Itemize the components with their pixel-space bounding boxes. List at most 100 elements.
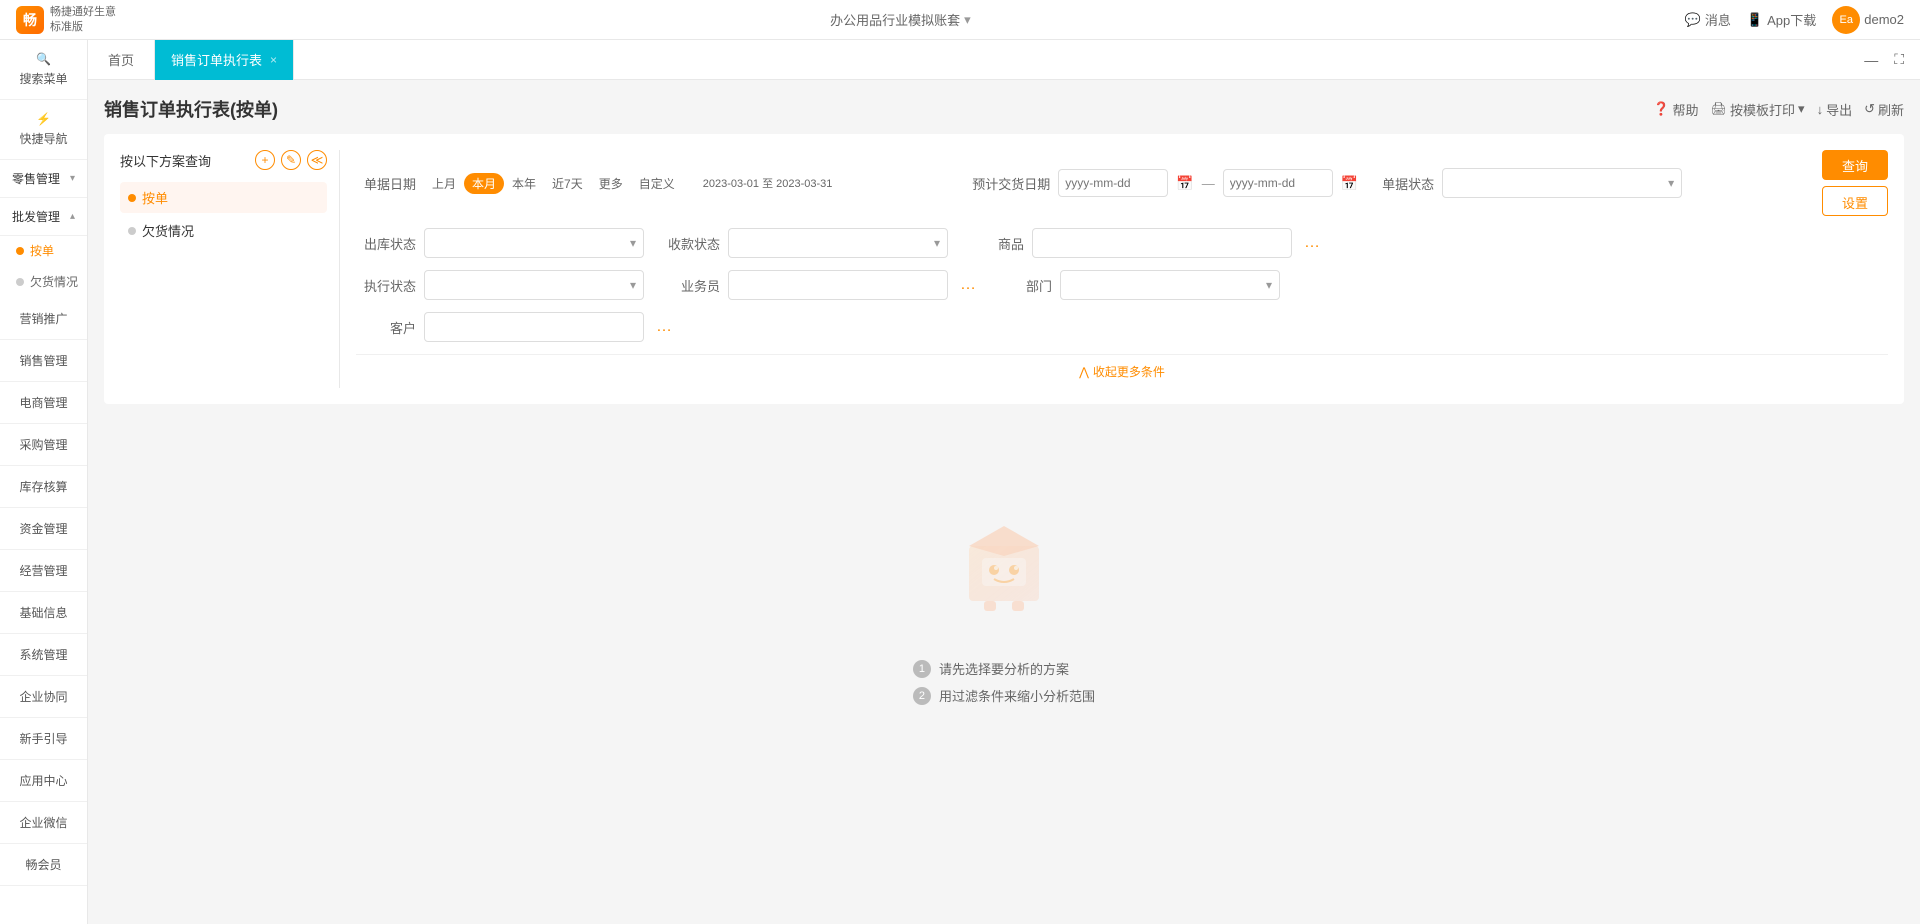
date-tab-本年[interactable]: 本年 (504, 173, 544, 194)
field-collect-status: 收款状态 (660, 228, 948, 258)
search-icon: 🔍 (36, 52, 51, 66)
field-out-status: 出库状态 (356, 228, 644, 258)
suite-name: 办公用品行业模拟账套 (830, 10, 960, 29)
sidebar-item-newbie[interactable]: 新手引导 (0, 718, 87, 760)
print-dropdown-icon: ▾ (1798, 101, 1805, 117)
out-status-select[interactable] (424, 228, 644, 258)
sidebar-item-ecommerce[interactable]: 电商管理 (0, 382, 87, 424)
sidebar-item-appstore[interactable]: 应用中心 (0, 760, 87, 802)
export-button[interactable]: ↓ 导出 (1817, 100, 1853, 119)
sidebar-item-sales[interactable]: 销售管理 (0, 340, 87, 382)
search-button[interactable]: 查询 (1822, 150, 1888, 180)
empty-tip-1: 1 请先选择要分析的方案 (913, 659, 1095, 678)
date-tab-近7天[interactable]: 近7天 (544, 173, 591, 194)
tab-home[interactable]: 首页 (88, 40, 155, 80)
add-scheme-button[interactable]: + (255, 150, 275, 170)
sidebar-item-inventory[interactable]: 库存核算 (0, 466, 87, 508)
tab-sales-order[interactable]: 销售订单执行表 × (155, 40, 294, 80)
refresh-button[interactable]: ↺ 刷新 (1864, 100, 1904, 119)
collapse-up-icon: ⋀ (1079, 365, 1089, 379)
customer-more-button[interactable]: … (656, 318, 672, 336)
empty-tips: 1 请先选择要分析的方案 2 用过滤条件来缩小分析范围 (913, 659, 1095, 705)
top-bar: 畅 畅捷通好生意 标准版 办公用品行业模拟账套 ▾ 💬 消息 📱 App下载 E… (0, 0, 1920, 40)
dept-label: 部门 (992, 276, 1052, 295)
calendar-from-icon[interactable]: 📅 (1176, 175, 1193, 192)
sidebar-item-retail[interactable]: 零售管理 ▾ (0, 160, 87, 198)
page-actions: ❓ 帮助 🖨 按模板打印 ▾ ↓ 导出 ↺ 刷新 (1653, 100, 1904, 119)
goods-input[interactable] (1032, 228, 1292, 258)
field-doc-date: 单据日期 上月 本月 本年 近7天 更多 自定义 2023-03-01 至 20… (356, 173, 832, 194)
customer-input[interactable] (424, 312, 644, 342)
sidebar-item-membership[interactable]: 畅会员 (0, 844, 87, 886)
tab-close-icon[interactable]: × (270, 53, 277, 67)
empty-tip-1-text: 请先选择要分析的方案 (939, 659, 1069, 678)
doc-status-label: 单据状态 (1374, 174, 1434, 193)
field-exec-status: 执行状态 (356, 270, 644, 300)
sidebar-item-basic-info[interactable]: 基础信息 (0, 592, 87, 634)
salesman-input[interactable] (728, 270, 948, 300)
sidebar-sub-按单[interactable]: 按单 (0, 236, 87, 265)
expected-date-to[interactable] (1223, 169, 1333, 197)
sidebar: 🔍 搜索菜单 ⚡ 快捷导航 零售管理 ▾ 批发管理 ▴ 按单 欠货情况 营销推广 (0, 40, 88, 924)
collect-status-select[interactable] (728, 228, 948, 258)
help-button[interactable]: ❓ 帮助 (1653, 100, 1698, 119)
sidebar-item-operations[interactable]: 经营管理 (0, 550, 87, 592)
sidebar-item-wechat[interactable]: 企业微信 (0, 802, 87, 844)
messages-button[interactable]: 💬 消息 (1685, 10, 1731, 29)
collapse-button[interactable]: ⋀ 收起更多条件 (356, 354, 1888, 388)
user-profile[interactable]: Ea demo2 (1832, 6, 1904, 34)
main-layout: 🔍 搜索菜单 ⚡ 快捷导航 零售管理 ▾ 批发管理 ▴ 按单 欠货情况 营销推广 (0, 40, 1920, 924)
page-header: 销售订单执行表(按单) ❓ 帮助 🖨 按模板打印 ▾ ↓ 导出 (104, 96, 1904, 122)
top-bar-center: 办公用品行业模拟账套 ▾ (830, 10, 971, 29)
scheme-item-按单[interactable]: 按单 (120, 182, 327, 213)
goods-more-button[interactable]: … (1304, 234, 1320, 252)
empty-icon (944, 496, 1064, 635)
date-tab-更多[interactable]: 更多 (591, 173, 631, 194)
date-tab-自定义[interactable]: 自定义 (631, 173, 683, 194)
chevron-down-icon[interactable]: ▾ (964, 12, 971, 28)
filter-row-4: 客户 … (356, 312, 1888, 342)
date-tab-上月[interactable]: 上月 (424, 173, 464, 194)
customer-label: 客户 (356, 318, 416, 337)
empty-illustration (944, 496, 1064, 616)
filter-scheme-header: 按以下方案查询 + ✎ ≪ (120, 150, 327, 170)
page-title: 销售订单执行表(按单) (104, 96, 278, 122)
settings-button[interactable]: 设置 (1822, 186, 1888, 216)
chevron-up-icon: ▴ (70, 211, 75, 222)
scheme-title: 按以下方案查询 (120, 151, 211, 170)
scheme-item-欠货[interactable]: 欠货情况 (120, 215, 327, 246)
empty-tip-2: 2 用过滤条件来缩小分析范围 (913, 686, 1095, 705)
sidebar-item-quick-nav[interactable]: ⚡ 快捷导航 (0, 100, 87, 160)
tab-bar: 首页 销售订单执行表 × — ⛶ (88, 40, 1920, 80)
content-area: 首页 销售订单执行表 × — ⛶ 销售订单执行表(按单) ❓ 帮助 (88, 40, 1920, 924)
sidebar-item-wholesale[interactable]: 批发管理 ▴ (0, 198, 87, 236)
scheme-icons: + ✎ ≪ (255, 150, 327, 170)
field-customer: 客户 … (356, 312, 672, 342)
sidebar-item-enterprise[interactable]: 企业协同 (0, 676, 87, 718)
dept-select[interactable] (1060, 270, 1280, 300)
filter-row-3: 执行状态 业务员 … (356, 270, 1888, 300)
print-button[interactable]: 🖨 按模板打印 ▾ (1711, 100, 1805, 119)
sidebar-item-marketing[interactable]: 营销推广 (0, 298, 87, 340)
calendar-to-icon[interactable]: 📅 (1341, 175, 1358, 192)
phone-icon: 📱 (1747, 12, 1763, 28)
doc-status-select-wrap (1442, 168, 1682, 198)
collapse-scheme-button[interactable]: ≪ (307, 150, 327, 170)
sidebar-item-purchase[interactable]: 采购管理 (0, 424, 87, 466)
sidebar-item-system[interactable]: 系统管理 (0, 634, 87, 676)
field-expected-date: 预计交货日期 📅 — 📅 (972, 169, 1358, 197)
date-tab-本月[interactable]: 本月 (464, 173, 504, 194)
tab-bar-actions: — ⛶ (1848, 47, 1920, 72)
sidebar-item-finance[interactable]: 资金管理 (0, 508, 87, 550)
sidebar-sub-欠货[interactable]: 欠货情况 (0, 267, 87, 296)
salesman-more-button[interactable]: … (960, 276, 976, 294)
minimize-button[interactable]: — (1860, 47, 1882, 72)
expected-date-from[interactable] (1058, 169, 1168, 197)
doc-status-select[interactable] (1442, 168, 1682, 198)
maximize-button[interactable]: ⛶ (1890, 47, 1908, 72)
edit-scheme-button[interactable]: ✎ (281, 150, 301, 170)
app-download-button[interactable]: 📱 App下载 (1747, 10, 1816, 29)
sidebar-item-search[interactable]: 🔍 搜索菜单 (0, 40, 87, 100)
exec-status-select[interactable] (424, 270, 644, 300)
exec-status-label: 执行状态 (356, 276, 416, 295)
